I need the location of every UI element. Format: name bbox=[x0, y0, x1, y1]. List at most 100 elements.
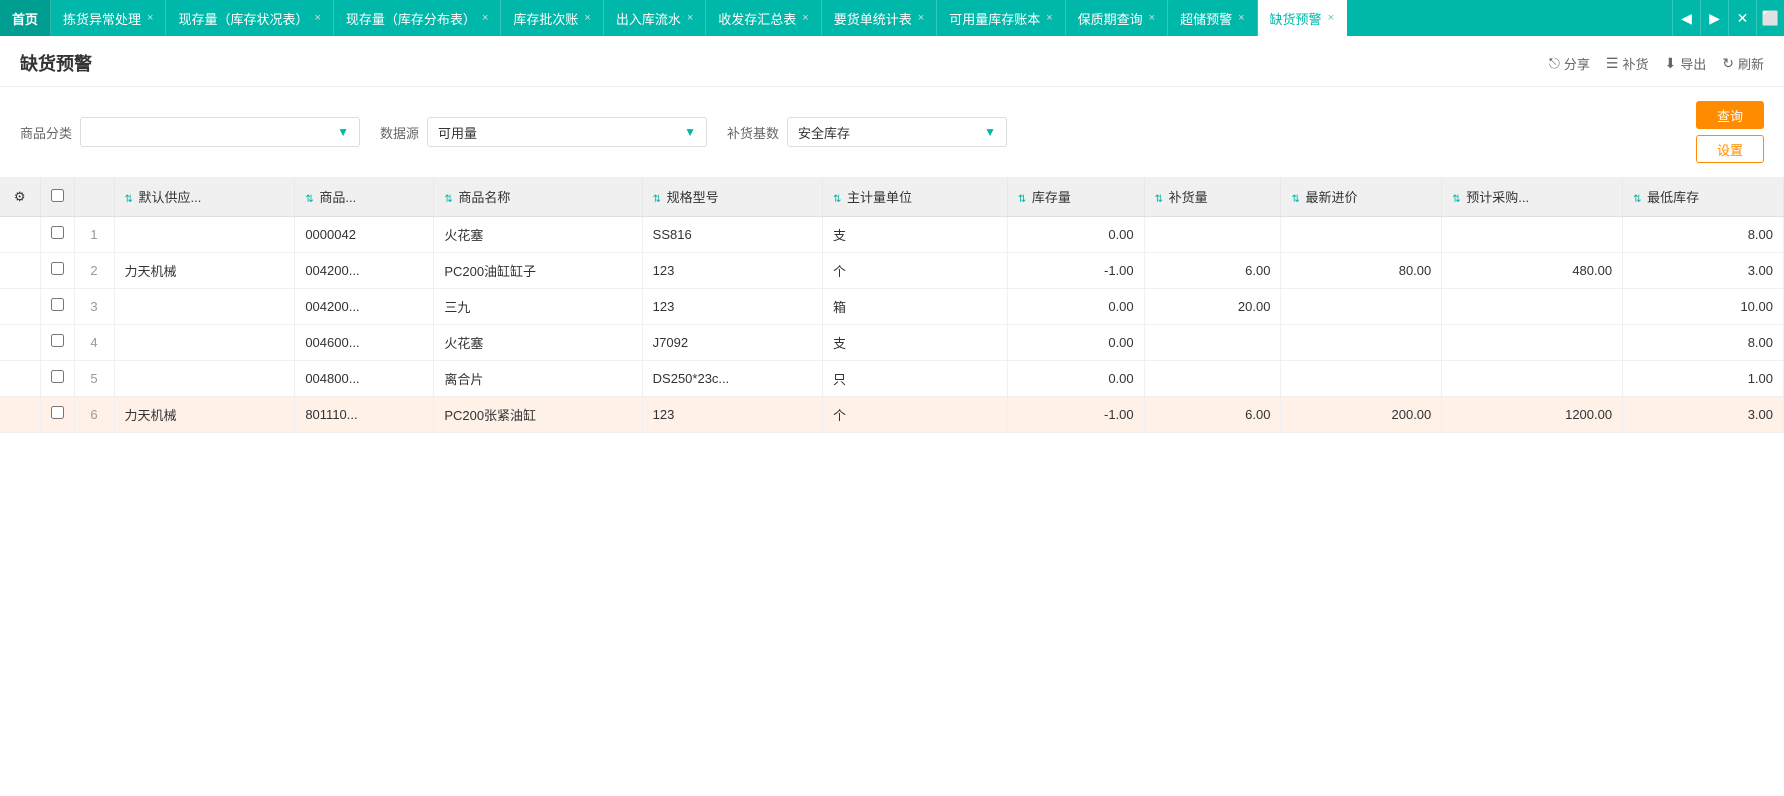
row-checkbox-6[interactable] bbox=[51, 406, 64, 419]
table-container: ⚙ ⇅ 默认供应... ⇅ 商品... ⇅ bbox=[0, 178, 1784, 433]
select-all-checkbox[interactable] bbox=[51, 189, 64, 202]
row-gear-1 bbox=[0, 216, 40, 252]
row-item-name-4: 火花塞 bbox=[434, 324, 642, 360]
row-item-name-3: 三九 bbox=[434, 288, 642, 324]
row-min-stock-6: 3.00 bbox=[1623, 396, 1784, 432]
nav-tab-available-ledger[interactable]: 可用量库存账本 × bbox=[937, 0, 1065, 36]
refresh-action[interactable]: ↻ 刷新 bbox=[1722, 54, 1764, 73]
row-spec-2: 123 bbox=[642, 252, 822, 288]
row-est-purchase-5 bbox=[1442, 360, 1623, 396]
row-checkbox-3[interactable] bbox=[51, 298, 64, 311]
replenish-base-label: 补货基数 bbox=[727, 123, 779, 142]
nav-tab-abnormal-close[interactable]: × bbox=[147, 12, 153, 24]
nav-tab-inout-flow-close[interactable]: × bbox=[687, 12, 693, 24]
table-row: 4 004600... 火花塞 J7092 支 0.00 8.00 bbox=[0, 324, 1784, 360]
nav-next-button[interactable]: ▶ bbox=[1700, 0, 1728, 36]
nav-tab-abnormal[interactable]: 拣货异常处理 × bbox=[51, 0, 166, 36]
column-item-name[interactable]: ⇅ 商品名称 bbox=[434, 178, 642, 216]
row-checkbox-4[interactable] bbox=[51, 334, 64, 347]
data-table: ⚙ ⇅ 默认供应... ⇅ 商品... ⇅ bbox=[0, 178, 1784, 433]
row-item-name-6: PC200张紧油缸 bbox=[434, 396, 642, 432]
nav-tab-receipt-summary[interactable]: 收发存汇总表 × bbox=[706, 0, 821, 36]
export-label: 导出 bbox=[1680, 54, 1706, 73]
row-unit-1: 支 bbox=[823, 216, 1008, 252]
column-est-purchase-label: 预计采购... bbox=[1466, 190, 1529, 205]
filter-actions: 查询 设置 bbox=[1696, 101, 1764, 163]
nav-tab-overstock-close[interactable]: × bbox=[1238, 12, 1244, 24]
nav-close-button[interactable]: ✕ bbox=[1728, 0, 1756, 36]
column-spec[interactable]: ⇅ 规格型号 bbox=[642, 178, 822, 216]
nav-tab-receipt-summary-close[interactable]: × bbox=[802, 12, 808, 24]
column-supplier[interactable]: ⇅ 默认供应... bbox=[114, 178, 295, 216]
row-checkbox-cell-5 bbox=[40, 360, 74, 396]
column-stock[interactable]: ⇅ 库存量 bbox=[1007, 178, 1144, 216]
nav-tab-shortage-close[interactable]: × bbox=[1328, 12, 1334, 24]
row-stock-6: -1.00 bbox=[1007, 396, 1144, 432]
column-replenish-qty-label: 补货量 bbox=[1169, 190, 1208, 205]
row-unit-3: 箱 bbox=[823, 288, 1008, 324]
replenish-action[interactable]: ☰ 补货 bbox=[1606, 54, 1649, 73]
row-num-3: 3 bbox=[74, 288, 114, 324]
nav-tab-home[interactable]: 首页 bbox=[0, 0, 51, 36]
column-replenish-qty[interactable]: ⇅ 补货量 bbox=[1144, 178, 1281, 216]
nav-tab-inventory-status-close[interactable]: × bbox=[314, 12, 320, 24]
column-supplier-label: 默认供应... bbox=[139, 190, 202, 205]
column-min-stock[interactable]: ⇅ 最低库存 bbox=[1623, 178, 1784, 216]
nav-tab-inventory-dist-close[interactable]: × bbox=[482, 12, 488, 24]
row-latest-price-3 bbox=[1281, 288, 1442, 324]
share-action[interactable]: ⎋ 分享 bbox=[1549, 54, 1590, 73]
nav-tab-demand-stat-close[interactable]: × bbox=[918, 12, 924, 24]
nav-maximize-button[interactable]: ⬜ bbox=[1756, 0, 1784, 36]
min-stock-sort-icon: ⇅ bbox=[1633, 194, 1641, 205]
nav-tab-inventory-status[interactable]: 现存量（库存状况表） × bbox=[166, 0, 333, 36]
nav-tab-demand-stat[interactable]: 要货单统计表 × bbox=[822, 0, 937, 36]
nav-tab-overstock[interactable]: 超储预警 × bbox=[1168, 0, 1257, 36]
table-row: 6 力天机械 801110... PC200张紧油缸 123 个 -1.00 6… bbox=[0, 396, 1784, 432]
row-stock-5: 0.00 bbox=[1007, 360, 1144, 396]
gear-icon: ⚙ bbox=[14, 189, 26, 204]
nav-tab-inout-flow[interactable]: 出入库流水 × bbox=[604, 0, 706, 36]
nav-prev-button[interactable]: ◀ bbox=[1672, 0, 1700, 36]
page-container: 缺货预警 ⎋ 分享 ☰ 补货 ⬇ 导出 ↻ 刷新 商品分类 bbox=[0, 36, 1784, 796]
nav-tab-expiry-query[interactable]: 保质期查询 × bbox=[1066, 0, 1168, 36]
column-est-purchase[interactable]: ⇅ 预计采购... bbox=[1442, 178, 1623, 216]
datasource-select[interactable]: 可用量 ▼ bbox=[427, 117, 707, 147]
row-unit-2: 个 bbox=[823, 252, 1008, 288]
datasource-value: 可用量 bbox=[438, 123, 477, 142]
column-unit[interactable]: ⇅ 主计量单位 bbox=[823, 178, 1008, 216]
row-gear-3 bbox=[0, 288, 40, 324]
nav-tab-batch-account[interactable]: 库存批次账 × bbox=[501, 0, 603, 36]
nav-tab-expiry-query-close[interactable]: × bbox=[1149, 12, 1155, 24]
row-min-stock-5: 1.00 bbox=[1623, 360, 1784, 396]
row-checkbox-5[interactable] bbox=[51, 370, 64, 383]
category-select[interactable]: ▼ bbox=[80, 117, 360, 147]
column-gear[interactable]: ⚙ bbox=[0, 178, 40, 216]
column-latest-price-label: 最新进价 bbox=[1305, 190, 1357, 205]
spec-sort-icon: ⇅ bbox=[653, 194, 661, 205]
table-row: 5 004800... 离合片 DS250*23c... 只 0.00 1.00 bbox=[0, 360, 1784, 396]
row-checkbox-2[interactable] bbox=[51, 262, 64, 275]
row-checkbox-cell-6 bbox=[40, 396, 74, 432]
nav-tab-receipt-summary-label: 收发存汇总表 bbox=[718, 9, 796, 28]
nav-tab-available-ledger-close[interactable]: × bbox=[1046, 12, 1052, 24]
row-stock-2: -1.00 bbox=[1007, 252, 1144, 288]
column-item-code[interactable]: ⇅ 商品... bbox=[295, 178, 434, 216]
replenish-icon: ☰ bbox=[1606, 55, 1619, 72]
column-spec-label: 规格型号 bbox=[667, 190, 719, 205]
nav-tab-shortage[interactable]: 缺货预警 × bbox=[1258, 0, 1347, 36]
replenish-base-filter-group: 补货基数 安全库存 ▼ bbox=[727, 117, 1007, 147]
settings-button[interactable]: 设置 bbox=[1696, 135, 1764, 163]
column-item-code-label: 商品... bbox=[319, 190, 356, 205]
nav-tab-inventory-dist[interactable]: 现存量（库存分布表） × bbox=[334, 0, 501, 36]
nav-tab-expiry-query-label: 保质期查询 bbox=[1078, 9, 1143, 28]
query-button[interactable]: 查询 bbox=[1696, 101, 1764, 129]
nav-tab-batch-account-close[interactable]: × bbox=[584, 12, 590, 24]
export-action[interactable]: ⬇ 导出 bbox=[1665, 54, 1707, 73]
datasource-label: 数据源 bbox=[380, 123, 419, 142]
table-header-row: ⚙ ⇅ 默认供应... ⇅ 商品... ⇅ bbox=[0, 178, 1784, 216]
row-latest-price-1 bbox=[1281, 216, 1442, 252]
replenish-base-select[interactable]: 安全库存 ▼ bbox=[787, 117, 1007, 147]
row-checkbox-1[interactable] bbox=[51, 226, 64, 239]
nav-tab-available-ledger-label: 可用量库存账本 bbox=[949, 9, 1040, 28]
column-latest-price[interactable]: ⇅ 最新进价 bbox=[1281, 178, 1442, 216]
